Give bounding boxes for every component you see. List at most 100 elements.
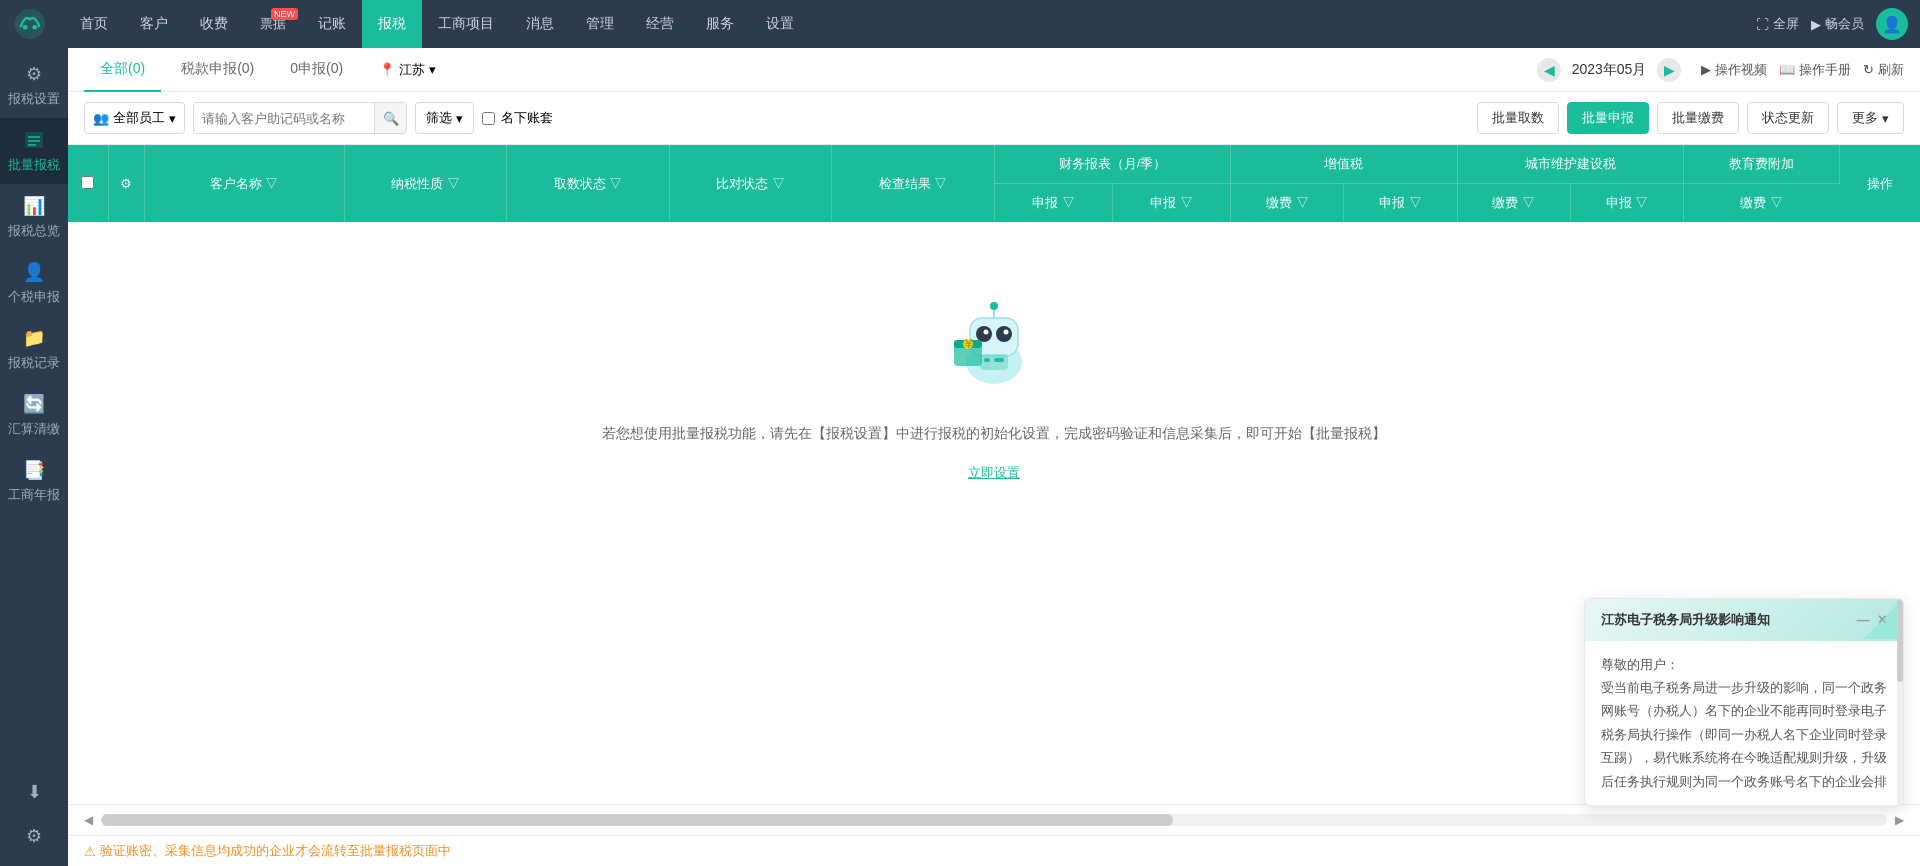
svg-point-10 xyxy=(996,326,1012,342)
nav-invoice[interactable]: 票据 NEW xyxy=(244,0,302,48)
avatar[interactable]: 👤 xyxy=(1876,8,1908,40)
action-manual[interactable]: 📖 操作手册 xyxy=(1779,61,1851,79)
search-input[interactable] xyxy=(194,111,374,126)
tab-zero-declaration[interactable]: 0申报(0) xyxy=(274,48,359,92)
vip-button[interactable]: ▶ 畅会员 xyxy=(1811,15,1864,33)
th-city-pay: 缴费 ▽ xyxy=(1457,184,1570,223)
sidebar-item-settlement[interactable]: 🔄 汇算清缴 xyxy=(0,382,68,448)
nav-message[interactable]: 消息 xyxy=(510,0,570,48)
manual-label: 操作手册 xyxy=(1799,61,1851,79)
sidebar-item-download[interactable]: ⬇ xyxy=(0,770,68,814)
date-prev-button[interactable]: ◀ xyxy=(1537,58,1561,82)
sidebar-label-settlement: 汇算清缴 xyxy=(8,420,60,438)
svg-point-1 xyxy=(23,25,28,30)
verify-tip-text: 验证账密、采集信息均成功的企业才会流转至批量报税页面中 xyxy=(100,842,451,860)
region-icon: 📍 xyxy=(379,62,395,77)
sidebar-item-annual-report[interactable]: 📑 工商年报 xyxy=(0,448,68,514)
top-navigation: 首页 客户 收费 票据 NEW 记账 报税 工商项目 消息 管理 经营 服务 设… xyxy=(0,0,1920,48)
checkresult-filter-icon: ▽ xyxy=(934,176,947,191)
sidebar-item-taxsettings[interactable]: ⚙ 报税设置 xyxy=(0,52,68,118)
select-all-checkbox[interactable] xyxy=(81,176,94,189)
tab-all[interactable]: 全部(0) xyxy=(84,48,161,92)
svg-point-11 xyxy=(984,330,989,335)
sidebar-item-taxoverview[interactable]: 📊 报税总览 xyxy=(0,184,68,250)
th-financial-declare: 申报 ▽ xyxy=(994,184,1112,223)
th-education-surcharge: 教育费附加 xyxy=(1684,145,1840,184)
nav-customer[interactable]: 客户 xyxy=(124,0,184,48)
taxrecord-icon: 📁 xyxy=(22,326,46,350)
nav-settings[interactable]: 设置 xyxy=(750,0,810,48)
svg-text:¥: ¥ xyxy=(964,336,973,351)
sidebar-item-batchtax[interactable]: 批量报税 xyxy=(0,118,68,184)
verify-tip: ⚠ 验证账密、采集信息均成功的企业才会流转至批量报税页面中 xyxy=(84,842,1904,860)
date-next-button[interactable]: ▶ xyxy=(1657,58,1681,82)
date-display: 2023年05月 xyxy=(1569,61,1649,79)
th-checkbox xyxy=(68,145,108,222)
toolbar-buttons: 批量取数 批量申报 批量缴费 状态更新 更多 ▾ xyxy=(1477,102,1904,134)
vip-icon: ▶ xyxy=(1811,17,1821,32)
sidebar-item-personal-tax[interactable]: 👤 个税申报 xyxy=(0,250,68,316)
comparestatus-filter-icon: ▽ xyxy=(772,176,785,191)
account-checkbox[interactable] xyxy=(482,112,495,125)
search-button[interactable]: 🔍 xyxy=(374,102,406,134)
employee-value: 全部员工 xyxy=(113,109,165,127)
notification-title: 江苏电子税务局升级影响通知 xyxy=(1601,611,1770,629)
scrollbar-thumb xyxy=(101,814,1173,826)
data-table: ⚙ 客户名称 ▽ 纳税性质 ▽ 取数状态 ▽ 比对状态 ▽ 检查结果 ▽ 财务报… xyxy=(68,145,1920,222)
setup-link[interactable]: 立即设置 xyxy=(968,464,1020,482)
sidebar-item-settings[interactable]: ⚙ xyxy=(0,814,68,858)
svg-point-14 xyxy=(990,302,998,310)
bottom-bar: ◀ ▶ xyxy=(68,804,1920,835)
batch-fetch-button[interactable]: 批量取数 xyxy=(1477,102,1559,134)
employee-select[interactable]: 👥 全部员工 ▾ xyxy=(84,102,185,134)
action-video[interactable]: ▶ 操作视频 xyxy=(1701,61,1767,79)
region-selector[interactable]: 📍 江苏 ▾ xyxy=(379,61,436,79)
empty-state: ¥ 若您想使用批量报税功能，请先在【报税设置】中进行报税的初始化设置，完成密码验… xyxy=(68,222,1920,542)
nav-operation[interactable]: 经营 xyxy=(630,0,690,48)
video-label: 操作视频 xyxy=(1715,61,1767,79)
nav-manage[interactable]: 管理 xyxy=(570,0,630,48)
filter-button[interactable]: 筛选 ▾ xyxy=(415,102,474,134)
th-fetch-status: 取数状态 ▽ xyxy=(507,145,670,222)
nav-accounting[interactable]: 记账 xyxy=(302,0,362,48)
th-financial-report: 财务报表（月/季） xyxy=(994,145,1231,184)
robot-illustration: ¥ xyxy=(934,282,1054,402)
notification-panel: 江苏电子税务局升级影响通知 — × 尊敬的用户： 受当前电子税务局进一步升级的影… xyxy=(1584,598,1904,806)
status-update-button[interactable]: 状态更新 xyxy=(1747,102,1829,134)
notification-body: 尊敬的用户： 受当前电子税务局进一步升级的影响，同一个政务网账号（办税人）名下的… xyxy=(1585,641,1903,805)
nav-business[interactable]: 工商项目 xyxy=(422,0,510,48)
batch-declare-button[interactable]: 批量申报 xyxy=(1567,102,1649,134)
nav-tax[interactable]: 报税 xyxy=(362,0,422,48)
batch-pay-button[interactable]: 批量缴费 xyxy=(1657,102,1739,134)
sidebar-item-taxrecord[interactable]: 📁 报税记录 xyxy=(0,316,68,382)
new-badge: NEW xyxy=(271,8,298,20)
employee-icon: 👥 xyxy=(93,111,109,126)
filter-label: 筛选 xyxy=(426,109,452,127)
date-navigator: ◀ 2023年05月 ▶ xyxy=(1537,58,1681,82)
more-button[interactable]: 更多 ▾ xyxy=(1837,102,1904,134)
th-city-declare: 申报 ▽ xyxy=(1344,184,1457,223)
th-compare-status: 比对状态 ▽ xyxy=(669,145,832,222)
tab-tax-declaration[interactable]: 税款申报(0) xyxy=(165,48,270,92)
th-customer-name: 客户名称 ▽ xyxy=(144,145,344,222)
scroll-left-arrow[interactable]: ◀ xyxy=(84,813,93,827)
sidebar-label-batchtax: 批量报税 xyxy=(8,156,60,174)
th-edu-pay: 缴费 ▽ xyxy=(1684,184,1840,223)
vat-pay-filter-icon: ▽ xyxy=(1296,195,1309,210)
sidebar-label-taxoverview: 报税总览 xyxy=(8,222,60,240)
search-box: 🔍 xyxy=(193,102,407,134)
th-vat-declare: 申报 ▽ xyxy=(1112,184,1230,223)
th-settings: ⚙ xyxy=(108,145,144,222)
nav-fee[interactable]: 收费 xyxy=(184,0,244,48)
account-checkbox-label[interactable]: 名下账套 xyxy=(482,109,553,127)
action-refresh[interactable]: ↻ 刷新 xyxy=(1863,61,1904,79)
nav-right: ⛶ 全屏 ▶ 畅会员 👤 xyxy=(1756,8,1908,40)
horizontal-scrollbar[interactable] xyxy=(101,814,1887,826)
taxtype-filter-icon: ▽ xyxy=(447,176,460,191)
fullscreen-button[interactable]: ⛶ 全屏 xyxy=(1756,15,1799,33)
nav-home[interactable]: 首页 xyxy=(64,0,124,48)
scroll-right-arrow[interactable]: ▶ xyxy=(1895,813,1904,827)
logo[interactable] xyxy=(12,6,48,42)
table-head: ⚙ 客户名称 ▽ 纳税性质 ▽ 取数状态 ▽ 比对状态 ▽ 检查结果 ▽ 财务报… xyxy=(68,145,1920,222)
nav-service[interactable]: 服务 xyxy=(690,0,750,48)
